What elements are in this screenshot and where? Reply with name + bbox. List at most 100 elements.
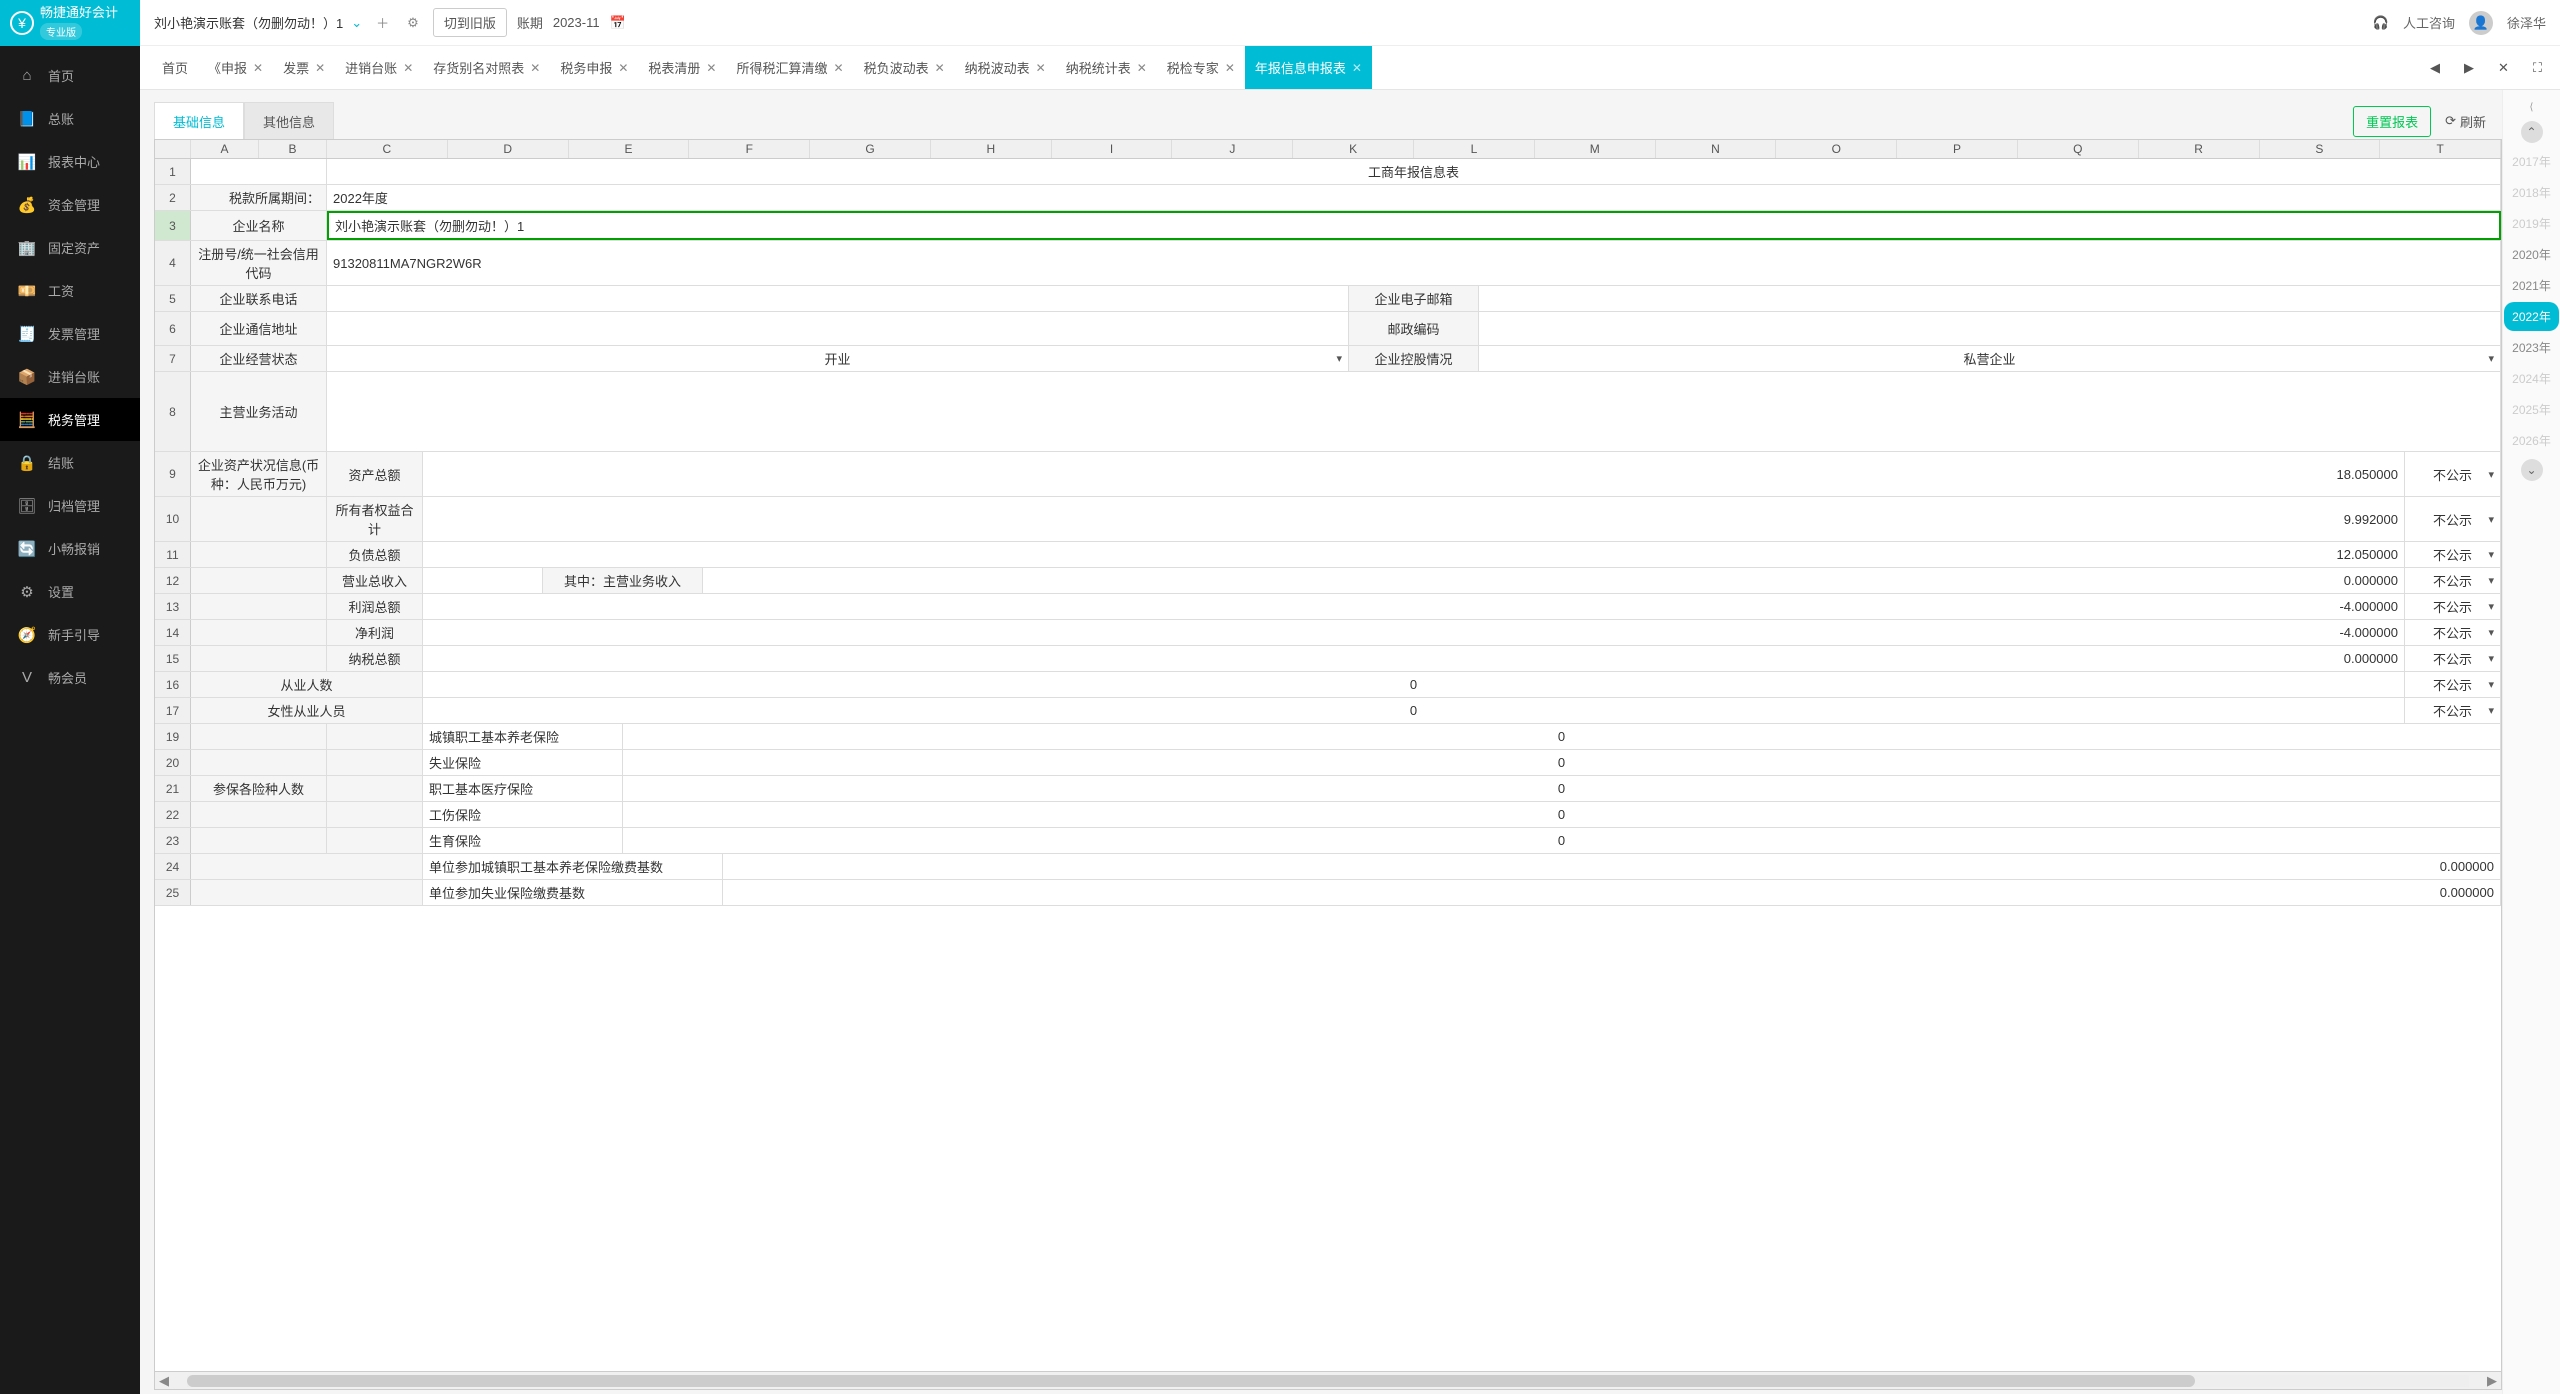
row-header[interactable]: 20 — [155, 750, 191, 775]
publicity-select[interactable]: 不公示 — [2405, 594, 2501, 619]
fin-value[interactable]: 9.992000 — [423, 497, 2405, 541]
phone-input[interactable] — [327, 286, 1349, 311]
close-icon[interactable]: ✕ — [1225, 61, 1235, 75]
row-header[interactable]: 2 — [155, 185, 191, 210]
address-input[interactable] — [327, 312, 1349, 345]
row-header[interactable]: 13 — [155, 594, 191, 619]
nav-item-8[interactable]: 🧮税务管理 — [0, 398, 140, 441]
year-item[interactable]: 2020年 — [2504, 240, 2559, 269]
tab-10[interactable]: 纳税统计表✕ — [1056, 46, 1157, 89]
publicity-select[interactable]: 不公示 — [2405, 646, 2501, 671]
tab-prev-icon[interactable]: ◀ — [2424, 56, 2446, 80]
ins-value[interactable]: 0 — [623, 828, 2501, 853]
nav-item-6[interactable]: 🧾发票管理 — [0, 312, 140, 355]
tab-9[interactable]: 纳税波动表✕ — [955, 46, 1056, 89]
collapse-handle-icon[interactable]: ⟨ — [2526, 98, 2538, 117]
female-value[interactable]: 0 — [423, 698, 2405, 723]
row-header[interactable]: 25 — [155, 880, 191, 905]
ins-value[interactable]: 0 — [623, 724, 2501, 749]
row-header[interactable]: 14 — [155, 620, 191, 645]
refresh-button[interactable]: ⟳ 刷新 — [2445, 112, 2486, 131]
col-header[interactable]: B — [259, 140, 327, 158]
base2-value[interactable]: 0.000000 — [723, 880, 2501, 905]
nav-item-9[interactable]: 🔒结账 — [0, 441, 140, 484]
gear-icon[interactable]: ⚙ — [403, 11, 423, 35]
row-header[interactable]: 24 — [155, 854, 191, 879]
reset-report-button[interactable]: 重置报表 — [2353, 106, 2431, 137]
old-version-button[interactable]: 切到旧版 — [433, 8, 507, 37]
horizontal-scrollbar[interactable]: ◀ ▶ — [155, 1371, 2501, 1389]
close-icon[interactable]: ✕ — [530, 61, 540, 75]
col-header[interactable]: G — [810, 140, 931, 158]
fin-value[interactable]: 12.050000 — [423, 542, 2405, 567]
tab-7[interactable]: 所得税汇算清缴✕ — [726, 46, 853, 89]
row-header[interactable]: 12 — [155, 568, 191, 593]
col-header[interactable]: F — [689, 140, 810, 158]
account-selector[interactable]: 刘小艳演示账套（勿删勿动！）1 ⌄ — [154, 13, 362, 32]
close-icon[interactable]: ✕ — [834, 61, 844, 75]
col-header[interactable]: E — [569, 140, 690, 158]
row-header[interactable]: 21 — [155, 776, 191, 801]
status-select[interactable]: 开业 — [327, 346, 1349, 371]
fin-value[interactable]: 18.050000 — [423, 452, 2405, 496]
col-header[interactable]: K — [1293, 140, 1414, 158]
ins-value[interactable]: 0 — [623, 802, 2501, 827]
row-header[interactable]: 5 — [155, 286, 191, 311]
nav-item-11[interactable]: 🔄小畅报销 — [0, 527, 140, 570]
close-icon[interactable]: ✕ — [1137, 61, 1147, 75]
tab-3[interactable]: 进销台账✕ — [335, 46, 423, 89]
calendar-icon[interactable]: 📅 — [610, 15, 626, 31]
tab-next-icon[interactable]: ▶ — [2458, 56, 2480, 80]
fin-value[interactable]: 0.000000 — [703, 568, 2405, 593]
row-header[interactable]: 9 — [155, 452, 191, 496]
publicity-select[interactable]: 不公示 — [2405, 698, 2501, 723]
nav-item-10[interactable]: 🗄归档管理 — [0, 484, 140, 527]
close-icon[interactable]: ✕ — [935, 61, 945, 75]
tab-1[interactable]: 《申报✕ — [198, 46, 273, 89]
row-header[interactable]: 3 — [155, 211, 191, 240]
col-header[interactable]: N — [1656, 140, 1777, 158]
nav-item-5[interactable]: 💴工资 — [0, 269, 140, 312]
period-value[interactable]: 2023-11 — [553, 15, 600, 30]
close-icon[interactable]: ✕ — [1036, 61, 1046, 75]
col-header[interactable]: A — [191, 140, 259, 158]
sub-tab-0[interactable]: 基础信息 — [154, 102, 244, 140]
fin-value[interactable]: 0.000000 — [423, 646, 2405, 671]
row-header[interactable]: 4 — [155, 241, 191, 285]
year-down-icon[interactable]: ⌄ — [2521, 459, 2543, 481]
nav-item-4[interactable]: 🏢固定资产 — [0, 226, 140, 269]
publicity-select[interactable]: 不公示 — [2405, 672, 2501, 697]
nav-item-14[interactable]: V畅会员 — [0, 656, 140, 699]
row-header[interactable]: 19 — [155, 724, 191, 749]
tab-4[interactable]: 存货别名对照表✕ — [423, 46, 550, 89]
row-header[interactable]: 6 — [155, 312, 191, 345]
col-header[interactable]: R — [2139, 140, 2260, 158]
add-icon[interactable]: ＋ — [372, 9, 393, 36]
publicity-select[interactable]: 不公示 — [2405, 542, 2501, 567]
year-item[interactable]: 2021年 — [2504, 271, 2559, 300]
zip-input[interactable] — [1479, 312, 2501, 345]
sub-tab-1[interactable]: 其他信息 — [244, 102, 334, 140]
row-header[interactable]: 23 — [155, 828, 191, 853]
publicity-select[interactable]: 不公示 — [2405, 620, 2501, 645]
year-item[interactable]: 2022年 — [2504, 302, 2559, 331]
row-header[interactable]: 17 — [155, 698, 191, 723]
tab-2[interactable]: 发票✕ — [273, 46, 335, 89]
tab-6[interactable]: 税表清册✕ — [638, 46, 726, 89]
fin-value[interactable]: -4.000000 — [423, 594, 2405, 619]
row-header[interactable]: 16 — [155, 672, 191, 697]
fullscreen-icon[interactable]: ⛶ — [2527, 56, 2548, 80]
tab-0[interactable]: 首页 — [152, 46, 198, 89]
col-header[interactable]: P — [1897, 140, 2018, 158]
col-header[interactable]: L — [1414, 140, 1535, 158]
holding-select[interactable]: 私营企业 — [1479, 346, 2501, 371]
nav-item-7[interactable]: 📦进销台账 — [0, 355, 140, 398]
close-icon[interactable]: ✕ — [706, 61, 716, 75]
user-name[interactable]: 徐泽华 — [2507, 13, 2546, 32]
row-header[interactable]: 11 — [155, 542, 191, 567]
nav-item-0[interactable]: ⌂首页 — [0, 54, 140, 97]
col-header[interactable]: T — [2380, 140, 2501, 158]
row-header[interactable]: 8 — [155, 372, 191, 451]
email-input[interactable] — [1479, 286, 2501, 311]
close-icon[interactable]: ✕ — [1352, 61, 1362, 75]
